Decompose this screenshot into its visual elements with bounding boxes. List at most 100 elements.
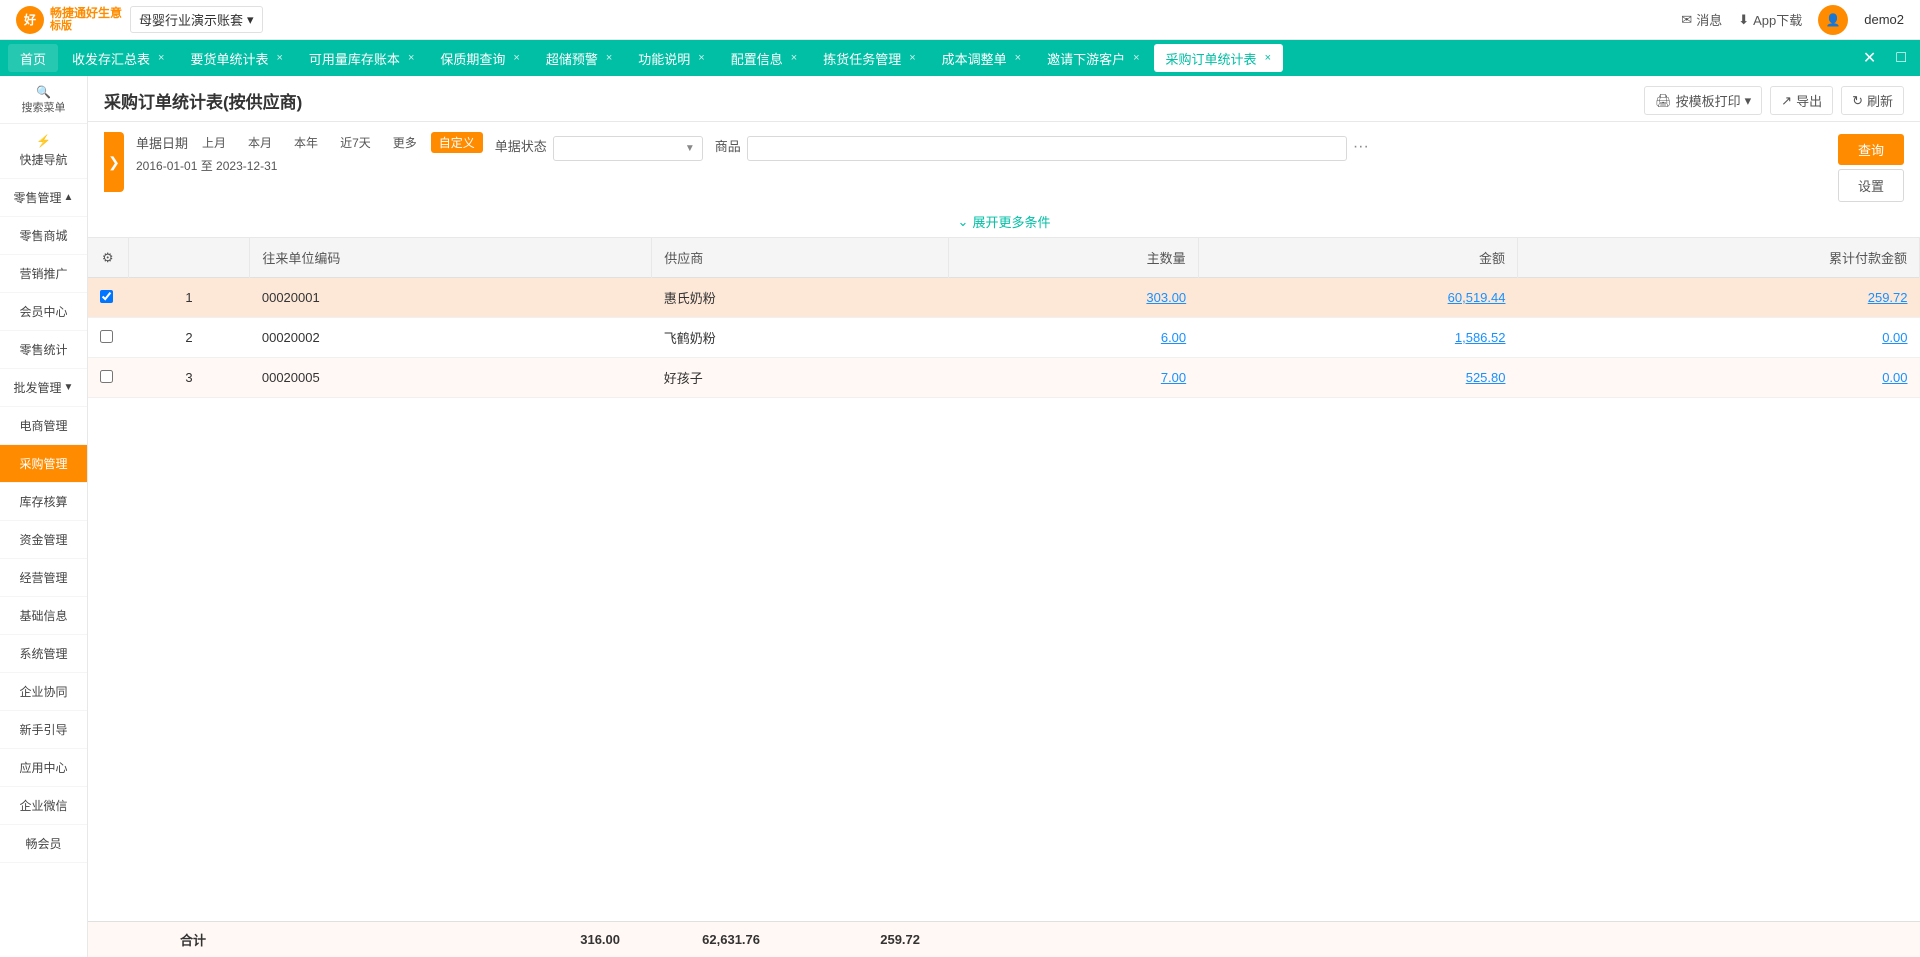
- messages-button[interactable]: ✉ 消息: [1681, 10, 1722, 29]
- workspace-selector[interactable]: 母婴行业演示账套 ▾: [130, 6, 263, 33]
- row3-supplier-name: 好孩子: [652, 358, 949, 398]
- sidebar-item-enterprise-wechat[interactable]: 企业微信: [0, 787, 87, 825]
- tab-home[interactable]: 首页: [8, 44, 58, 72]
- row1-checkbox[interactable]: [100, 290, 113, 303]
- filter-inner: ❯ 单据日期 上月 本月 本年 近7天 更多 自定义: [104, 132, 1904, 202]
- sidebar-item-retail-stats[interactable]: 零售统计: [0, 331, 87, 369]
- settings-icon[interactable]: ⚙: [102, 250, 114, 265]
- col-supplier-code-header: 往来单位编码: [250, 238, 652, 278]
- chevron-down-icon-print: ▾: [1745, 93, 1752, 109]
- table-container: ⚙ 往来单位编码 供应商 主数量 金额: [88, 238, 1920, 921]
- tab-order-stats[interactable]: 要货单统计表 ×: [178, 44, 294, 72]
- sidebar-item-ops-mgmt[interactable]: 经营管理: [0, 559, 87, 597]
- sidebar-item-app-center[interactable]: 应用中心: [0, 749, 87, 787]
- row1-supplier-code: 00020001: [250, 278, 652, 318]
- date-label: 单据日期: [136, 133, 188, 152]
- row2-amount: 1,586.52: [1198, 318, 1517, 358]
- status-label: 单据状态: [495, 136, 547, 155]
- tab-purchase-stats[interactable]: 采购订单统计表 ×: [1154, 44, 1283, 72]
- sidebar-item-retail-store[interactable]: 零售商城: [0, 217, 87, 255]
- sidebar-item-retail-mgmt[interactable]: 零售管理 ▲: [0, 179, 87, 217]
- app-download-button[interactable]: ⬇ App下载: [1738, 10, 1802, 29]
- sidebar-item-fund-mgmt[interactable]: 资金管理: [0, 521, 87, 559]
- table-row[interactable]: 3 00020005 好孩子 7.00 525.80 0.00: [88, 358, 1920, 398]
- toggle-sidebar-button[interactable]: ❯: [104, 132, 124, 192]
- col-settings-header[interactable]: ⚙: [88, 238, 128, 278]
- row2-check[interactable]: [88, 318, 128, 358]
- tab-shelf-life[interactable]: 保质期查询 ×: [428, 44, 531, 72]
- table-row[interactable]: 2 00020002 飞鹤奶粉 6.00 1,586.52 0.00: [88, 318, 1920, 358]
- date-custom-tag[interactable]: 自定义: [431, 132, 483, 153]
- close-tab-invite-customer[interactable]: ×: [1133, 52, 1139, 64]
- date-btn-this-year[interactable]: 本年: [286, 132, 326, 153]
- sidebar-item-enterprise-collab[interactable]: 企业协同: [0, 673, 87, 711]
- col-amount-header: 金额: [1198, 238, 1517, 278]
- row3-checkbox[interactable]: [100, 370, 113, 383]
- tab-receive-send[interactable]: 收发存汇总表 ×: [60, 44, 176, 72]
- logo-area: 好 畅捷通好生意 标版: [16, 6, 122, 34]
- sidebar-item-stock-check[interactable]: 库存核算: [0, 483, 87, 521]
- arrow-right-icon: ❯: [108, 154, 120, 171]
- tab-cost-adjust[interactable]: 成本调整单 ×: [930, 44, 1033, 72]
- row2-paid: 0.00: [1517, 318, 1919, 358]
- sidebar-item-quick-nav[interactable]: ⚡ 快捷导航: [0, 124, 87, 179]
- close-tab-available-stock[interactable]: ×: [408, 52, 414, 64]
- sidebar-item-basic-info[interactable]: 基础信息: [0, 597, 87, 635]
- sidebar-item-purchase-mgmt[interactable]: 采购管理: [0, 445, 87, 483]
- data-table: ⚙ 往来单位编码 供应商 主数量 金额: [88, 238, 1920, 398]
- tab-invite-customer[interactable]: 邀请下游客户 ×: [1035, 44, 1151, 72]
- setting-button[interactable]: 设置: [1838, 169, 1904, 202]
- close-tab-config-info[interactable]: ×: [791, 52, 797, 64]
- status-select-wrap: [553, 136, 703, 161]
- close-tab-shelf-life[interactable]: ×: [513, 52, 519, 64]
- query-button[interactable]: 查询: [1838, 134, 1904, 165]
- row3-check[interactable]: [88, 358, 128, 398]
- row2-checkbox[interactable]: [100, 330, 113, 343]
- date-btn-7days[interactable]: 近7天: [332, 132, 379, 153]
- download-icon: ⬇: [1738, 12, 1749, 28]
- close-tab-receive-send[interactable]: ×: [158, 52, 164, 64]
- tab-func-desc[interactable]: 功能说明 ×: [626, 44, 716, 72]
- footer-paid: 259.72: [820, 932, 920, 947]
- fullscreen-button[interactable]: □: [1890, 47, 1912, 69]
- close-all-tabs-button[interactable]: ✕: [1857, 46, 1882, 70]
- sidebar-item-member-center[interactable]: 会员中心: [0, 293, 87, 331]
- username-label[interactable]: demo2: [1864, 12, 1904, 27]
- sidebar-item-new-guide[interactable]: 新手引导: [0, 711, 87, 749]
- refresh-button[interactable]: ↻ 刷新: [1841, 86, 1904, 115]
- tab-overstock-warning[interactable]: 超储预警 ×: [534, 44, 624, 72]
- top-bar-right: ✉ 消息 ⬇ App下载 👤 demo2: [1681, 5, 1904, 35]
- row3-paid: 0.00: [1517, 358, 1919, 398]
- close-tab-overstock-warning[interactable]: ×: [606, 52, 612, 64]
- sidebar-item-wholesale-mgmt[interactable]: 批发管理 ▼: [0, 369, 87, 407]
- row3-amount: 525.80: [1198, 358, 1517, 398]
- sidebar-search[interactable]: 🔍 搜索菜单: [0, 76, 87, 124]
- date-btn-more[interactable]: 更多: [385, 132, 425, 153]
- tab-available-stock[interactable]: 可用量库存账本 ×: [297, 44, 426, 72]
- goods-input[interactable]: [747, 136, 1347, 161]
- message-icon: ✉: [1681, 12, 1692, 28]
- close-tab-order-stats[interactable]: ×: [276, 52, 282, 64]
- goods-more-icon[interactable]: ···: [1353, 136, 1369, 156]
- tab-config-info[interactable]: 配置信息 ×: [719, 44, 809, 72]
- sidebar-item-marketing[interactable]: 营销推广: [0, 255, 87, 293]
- sidebar-item-vip-member[interactable]: 畅会员: [0, 825, 87, 863]
- expand-conditions-button[interactable]: ⌄ 展开更多条件: [958, 212, 1051, 231]
- date-btn-last-month[interactable]: 上月: [194, 132, 234, 153]
- close-tab-func-desc[interactable]: ×: [698, 52, 704, 64]
- date-btn-this-month[interactable]: 本月: [240, 132, 280, 153]
- close-tab-purchase-stats[interactable]: ×: [1265, 52, 1271, 64]
- print-button[interactable]: 🖨 按模板打印 ▾: [1644, 86, 1762, 115]
- table-row[interactable]: 1 00020001 惠氏奶粉 303.00 60,519.44 259.72: [88, 278, 1920, 318]
- content-area: 采购订单统计表(按供应商) 🖨 按模板打印 ▾ ↗ 导出 ↻ 刷新: [88, 76, 1920, 957]
- close-tab-pick-task[interactable]: ×: [909, 52, 915, 64]
- sidebar-item-ecommerce[interactable]: 电商管理: [0, 407, 87, 445]
- date-filter-group: 单据日期 上月 本月 本年 近7天 更多 自定义 2016-01-01 至 20…: [136, 132, 483, 174]
- tab-pick-task[interactable]: 拣货任务管理 ×: [811, 44, 927, 72]
- status-select[interactable]: [553, 136, 703, 161]
- row1-check[interactable]: [88, 278, 128, 318]
- sidebar-item-sys-mgmt[interactable]: 系统管理: [0, 635, 87, 673]
- export-button[interactable]: ↗ 导出: [1770, 86, 1833, 115]
- close-tab-cost-adjust[interactable]: ×: [1015, 52, 1021, 64]
- user-avatar[interactable]: 👤: [1818, 5, 1848, 35]
